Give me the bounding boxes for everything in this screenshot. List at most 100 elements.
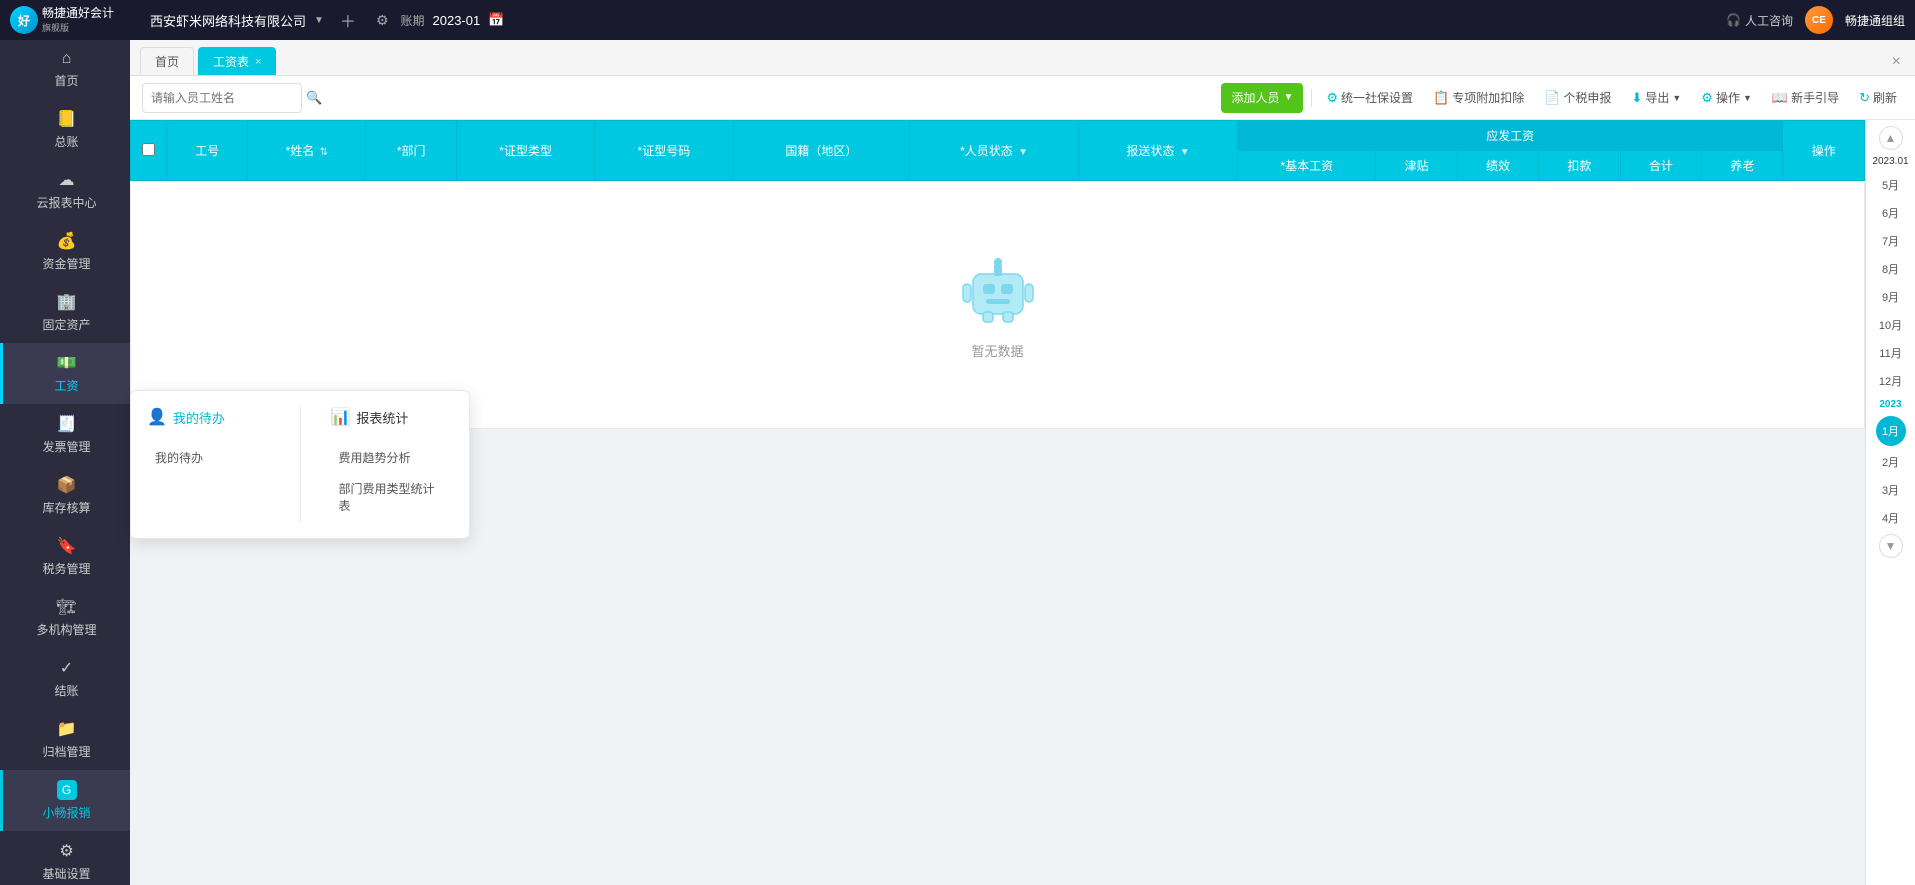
sidebar-item-basic[interactable]: ⚙ 基础设置 [0, 831, 130, 885]
search-icon[interactable]: 🔍 [306, 90, 322, 106]
month-item-1-active[interactable]: 1月 [1876, 416, 1906, 446]
th-allowance: 津贴 [1376, 151, 1457, 181]
support-button[interactable]: 🎧 人工咨询 [1726, 12, 1793, 29]
popup-col-report-title: 报表统计 [356, 408, 408, 427]
popup-col-report: 📊 报表统计 费用趋势分析 部门费用类型统计表 [331, 407, 454, 522]
month-item-8[interactable]: 8月 [1866, 255, 1915, 283]
right-panel-header: 2023.01 [1868, 152, 1912, 171]
th-pension: 养老 [1702, 151, 1783, 181]
special-deduction-action[interactable]: 📋 专项附加扣除 [1427, 85, 1530, 110]
company-area: 西安虾米网络科技有限公司 ▼ ＋ ⚙ 账期 2023-01 📅 [130, 8, 1726, 32]
report-filter-icon[interactable]: ▼ [1180, 147, 1190, 158]
month-nav-up[interactable]: ▲ [1879, 126, 1903, 150]
sidebar-item-reports[interactable]: ☁ 云报表中心 [0, 160, 130, 221]
settle-icon: ✓ [60, 658, 73, 678]
month-item-12[interactable]: 12月 [1866, 367, 1915, 395]
user-name[interactable]: 畅捷通组组 [1845, 12, 1905, 29]
tab-bar: 首页 工资表 × × [130, 40, 1915, 76]
toolbar-right: 添加人员 ▼ ⚙ 统一社保设置 📋 专项附加扣除 📄 个税申报 [1221, 83, 1903, 113]
payroll-icon: 💵 [57, 353, 77, 373]
month-item-3[interactable]: 3月 [1866, 476, 1915, 504]
sidebar-item-ledger[interactable]: 📒 总账 [0, 99, 130, 160]
toolbar-divider-1 [1311, 89, 1312, 107]
th-total: 合计 [1620, 151, 1701, 181]
popup-item-dept-cost[interactable]: 部门费用类型统计表 [331, 474, 454, 520]
popup-item-my-todo[interactable]: 我的待办 [147, 443, 270, 472]
report-header-icon: 📊 [331, 407, 351, 427]
multi-icon: 🏗 [56, 597, 76, 617]
month-item-4[interactable]: 4月 [1866, 504, 1915, 532]
th-name: *姓名 ⇅ [248, 121, 366, 181]
period-calendar-icon[interactable]: 📅 [488, 12, 504, 28]
company-name[interactable]: 西安虾米网络科技有限公司 [150, 11, 306, 30]
tab-payroll-label: 工资表 [213, 53, 249, 70]
export-icon: ⬇ [1631, 90, 1642, 106]
operations-dropdown-icon: ▼ [1743, 93, 1752, 103]
th-salary-group: 应发工资 [1238, 121, 1783, 151]
sidebar-item-label: 多机构管理 [36, 621, 96, 638]
toolbar: 🔍 添加人员 ▼ ⚙ 统一社保设置 📋 专项附加扣除 📄 [130, 76, 1915, 120]
name-sort-icon[interactable]: ⇅ [320, 147, 328, 158]
sidebar-item-inventory[interactable]: 📦 库存核算 [0, 465, 130, 526]
month-item-5[interactable]: 5月 [1866, 171, 1915, 199]
add-person-dropdown-icon: ▼ [1283, 92, 1293, 103]
select-all-checkbox-header[interactable] [131, 121, 167, 181]
month-item-7[interactable]: 7月 [1866, 227, 1915, 255]
guide-action[interactable]: 📖 新手引导 [1766, 85, 1845, 110]
refresh-action[interactable]: ↻ 刷新 [1853, 85, 1903, 110]
add-person-label: 添加人员 [1231, 89, 1279, 106]
th-performance: 绩效 [1457, 151, 1538, 181]
th-department: *部门 [366, 121, 457, 181]
th-base-salary: *基本工资 [1238, 151, 1376, 181]
sidebar-item-label: 总账 [54, 133, 78, 150]
sidebar-item-funds[interactable]: 💰 资金管理 [0, 221, 130, 282]
top-gear-icon[interactable]: ⚙ [372, 12, 393, 29]
period-value: 2023-01 [433, 13, 481, 28]
sidebar-item-expense[interactable]: G 小畅报销 [0, 770, 130, 831]
empty-state: 暂无数据 [139, 189, 1856, 420]
export-action[interactable]: ⬇ 导出 ▼ [1625, 85, 1687, 110]
top-add-button[interactable]: ＋ [332, 8, 364, 32]
sidebar-item-label: 库存核算 [42, 499, 90, 516]
sidebar-item-invoice[interactable]: 🧾 发票管理 [0, 404, 130, 465]
guide-label: 新手引导 [1791, 89, 1839, 106]
tax-report-action[interactable]: 📄 个税申报 [1538, 85, 1617, 110]
tax-report-icon: 📄 [1544, 90, 1560, 106]
sidebar-item-home[interactable]: ⌂ 首页 [0, 40, 130, 99]
sidebar-item-label: 结账 [54, 682, 78, 699]
tab-payroll-table[interactable]: 工资表 × [198, 47, 276, 75]
popup-item-cost-trend[interactable]: 费用趋势分析 [331, 443, 454, 472]
tab-home[interactable]: 首页 [140, 47, 194, 75]
month-item-11[interactable]: 11月 [1866, 339, 1915, 367]
sidebar-item-settle[interactable]: ✓ 结账 [0, 648, 130, 709]
close-main-button[interactable]: × [1888, 49, 1905, 75]
sidebar-item-payroll[interactable]: 💵 工资 [0, 343, 130, 404]
sidebar-item-label: 固定资产 [42, 316, 90, 333]
th-id-number: *证型号码 [595, 121, 733, 181]
social-security-action[interactable]: ⚙ 统一社保设置 [1320, 85, 1419, 110]
status-filter-icon[interactable]: ▼ [1018, 147, 1028, 158]
year-label-2023: 2023 [1877, 395, 1903, 414]
sidebar-item-archive[interactable]: 📁 归档管理 [0, 709, 130, 770]
headset-icon: 🎧 [1726, 13, 1741, 27]
month-item-2[interactable]: 2月 [1866, 448, 1915, 476]
sidebar-item-label: 基础设置 [42, 865, 90, 882]
month-nav-down[interactable]: ▼ [1879, 534, 1903, 558]
month-item-10[interactable]: 10月 [1866, 311, 1915, 339]
top-right: 🎧 人工咨询 CE 畅捷通组组 [1726, 6, 1905, 34]
sidebar-item-tax[interactable]: 🔖 税务管理 [0, 526, 130, 587]
select-all-checkbox[interactable] [142, 143, 155, 156]
sidebar-item-label: 首页 [54, 72, 78, 89]
sidebar-item-assets[interactable]: 🏢 固定资产 [0, 282, 130, 343]
search-input[interactable] [151, 91, 306, 105]
operations-action[interactable]: ⚙ 操作 ▼ [1695, 85, 1758, 110]
sidebar-item-multi[interactable]: 🏗 多机构管理 [0, 587, 130, 648]
popup-divider [300, 407, 301, 522]
company-dropdown-icon[interactable]: ▼ [314, 15, 324, 26]
month-item-6[interactable]: 6月 [1866, 199, 1915, 227]
th-deduction: 扣款 [1539, 151, 1620, 181]
month-item-9[interactable]: 9月 [1866, 283, 1915, 311]
add-person-button[interactable]: 添加人员 ▼ [1221, 83, 1303, 113]
tab-close-icon[interactable]: × [255, 56, 261, 68]
social-security-icon: ⚙ [1326, 90, 1338, 106]
